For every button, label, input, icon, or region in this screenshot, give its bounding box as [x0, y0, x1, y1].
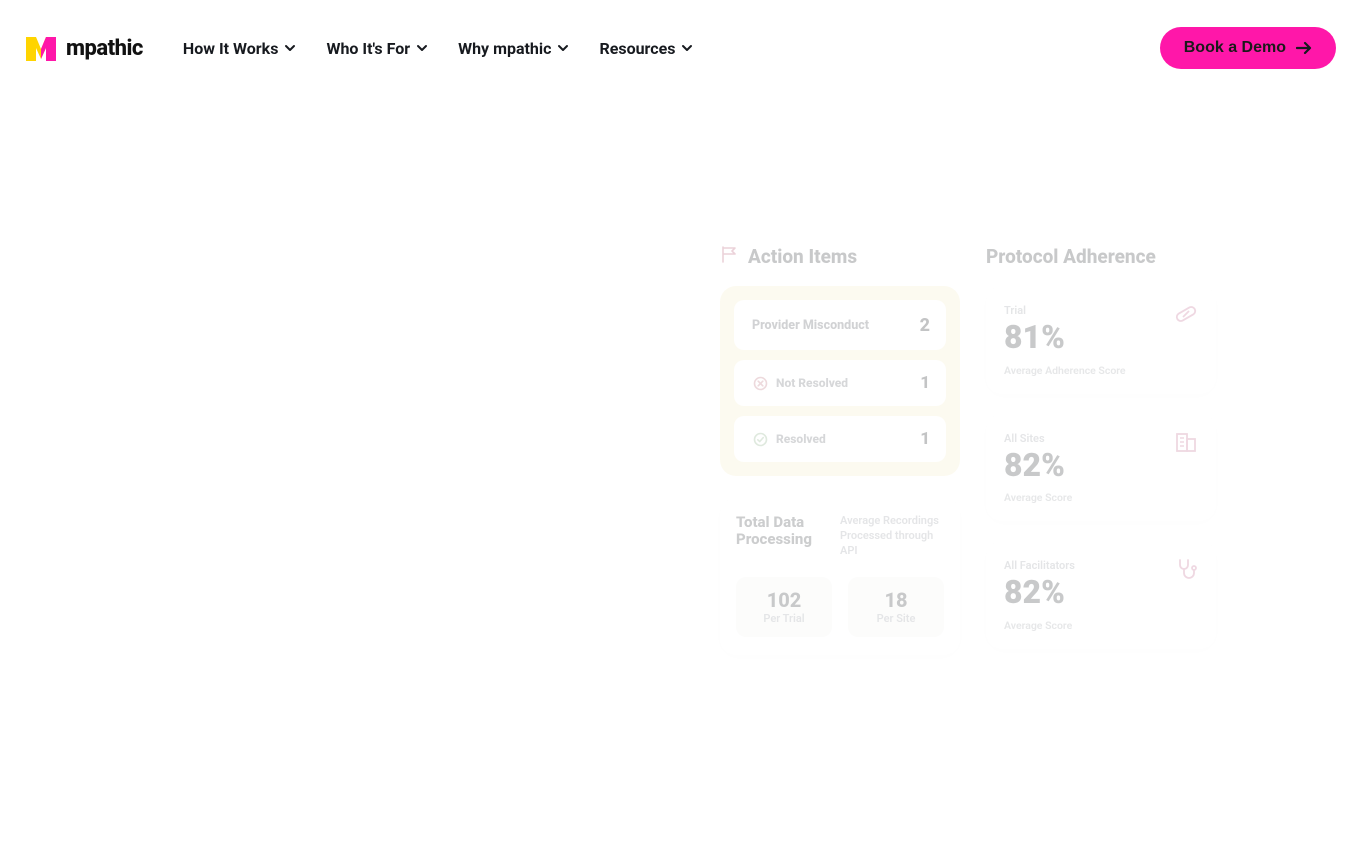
action-value: 1 — [920, 429, 930, 449]
protocol-sub: Average Score — [1004, 619, 1072, 632]
site-header: mpathic How It Works Who It's For Why mp… — [24, 24, 1336, 72]
action-row-provider-misconduct: Provider Misconduct 2 — [734, 300, 946, 350]
chevron-down-icon — [681, 42, 693, 54]
x-circle-icon — [752, 375, 768, 391]
stat-value: 102 — [767, 588, 802, 612]
tdp-title: Total Data Processing — [736, 514, 826, 559]
pill-icon — [1174, 302, 1198, 326]
stat-caption: Per Trial — [763, 612, 804, 625]
flag-icon — [720, 245, 738, 268]
nav-label: Resources — [599, 39, 675, 58]
section-title: Action Items — [748, 245, 857, 268]
action-row-not-resolved: Not Resolved 1 — [734, 360, 946, 406]
nav-item-who-its-for[interactable]: Who It's For — [326, 39, 428, 58]
check-circle-icon — [752, 431, 768, 447]
nav-label: How It Works — [183, 39, 279, 58]
protocol-label: All Facilitators — [1004, 559, 1198, 572]
action-items-card: Provider Misconduct 2 Not Resolved 1 Re — [720, 286, 960, 476]
protocol-adherence-heading: Protocol Adherence — [986, 245, 1216, 268]
action-label-text: Not Resolved — [776, 376, 848, 390]
tdp-stat-per-site: 18 Per Site — [848, 577, 944, 637]
chevron-down-icon — [557, 42, 569, 54]
protocol-value: 82% — [1004, 449, 1198, 483]
protocol-card-all-sites: All Sites 82% Average Score — [986, 414, 1216, 522]
protocol-value: 82% — [1004, 576, 1198, 610]
action-items-heading: Action Items — [720, 245, 960, 268]
building-icon — [1174, 430, 1198, 454]
chevron-down-icon — [416, 42, 428, 54]
cta-label: Book a Demo — [1184, 39, 1286, 57]
protocol-label: Trial — [1004, 304, 1198, 317]
tdp-stat-per-trial: 102 Per Trial — [736, 577, 832, 637]
brand-logo[interactable]: mpathic — [24, 31, 143, 65]
stat-value: 18 — [884, 588, 907, 612]
book-a-demo-button[interactable]: Book a Demo — [1160, 27, 1336, 69]
action-value: 1 — [920, 373, 930, 393]
arrow-right-icon — [1296, 41, 1312, 55]
nav-item-why-mpathic[interactable]: Why mpathic — [458, 39, 569, 58]
action-value: 2 — [920, 315, 930, 336]
protocol-label: All Sites — [1004, 432, 1198, 445]
section-title: Protocol Adherence — [986, 245, 1156, 268]
dashboard-preview: Action Items Provider Misconduct 2 Not R… — [720, 245, 1230, 669]
protocol-card-trial: Trial 81% Average Adherence Score — [986, 286, 1216, 394]
total-data-processing-card: Total Data Processing Average Recordings… — [720, 498, 960, 655]
stethoscope-icon — [1174, 557, 1198, 581]
nav-label: Who It's For — [326, 39, 410, 58]
stat-caption: Per Site — [877, 612, 916, 625]
protocol-value: 81% — [1004, 321, 1198, 355]
action-label-text: Resolved — [776, 432, 826, 446]
nav-item-resources[interactable]: Resources — [599, 39, 693, 58]
tdp-subtitle: Average Recordings Processed through API — [840, 514, 944, 559]
action-row-resolved: Resolved 1 — [734, 416, 946, 462]
protocol-card-all-facilitators: All Facilitators 82% Average Score — [986, 541, 1216, 649]
logo-mark-icon — [24, 31, 58, 65]
action-label: Provider Misconduct — [752, 318, 869, 333]
protocol-sub: Average Score — [1004, 491, 1072, 504]
protocol-sub: Average Adherence Score — [1004, 364, 1126, 377]
nav-item-how-it-works[interactable]: How It Works — [183, 39, 297, 58]
brand-wordmark: mpathic — [66, 36, 143, 61]
nav-label: Why mpathic — [458, 39, 551, 58]
primary-nav: How It Works Who It's For Why mpathic Re… — [183, 39, 694, 58]
chevron-down-icon — [284, 42, 296, 54]
